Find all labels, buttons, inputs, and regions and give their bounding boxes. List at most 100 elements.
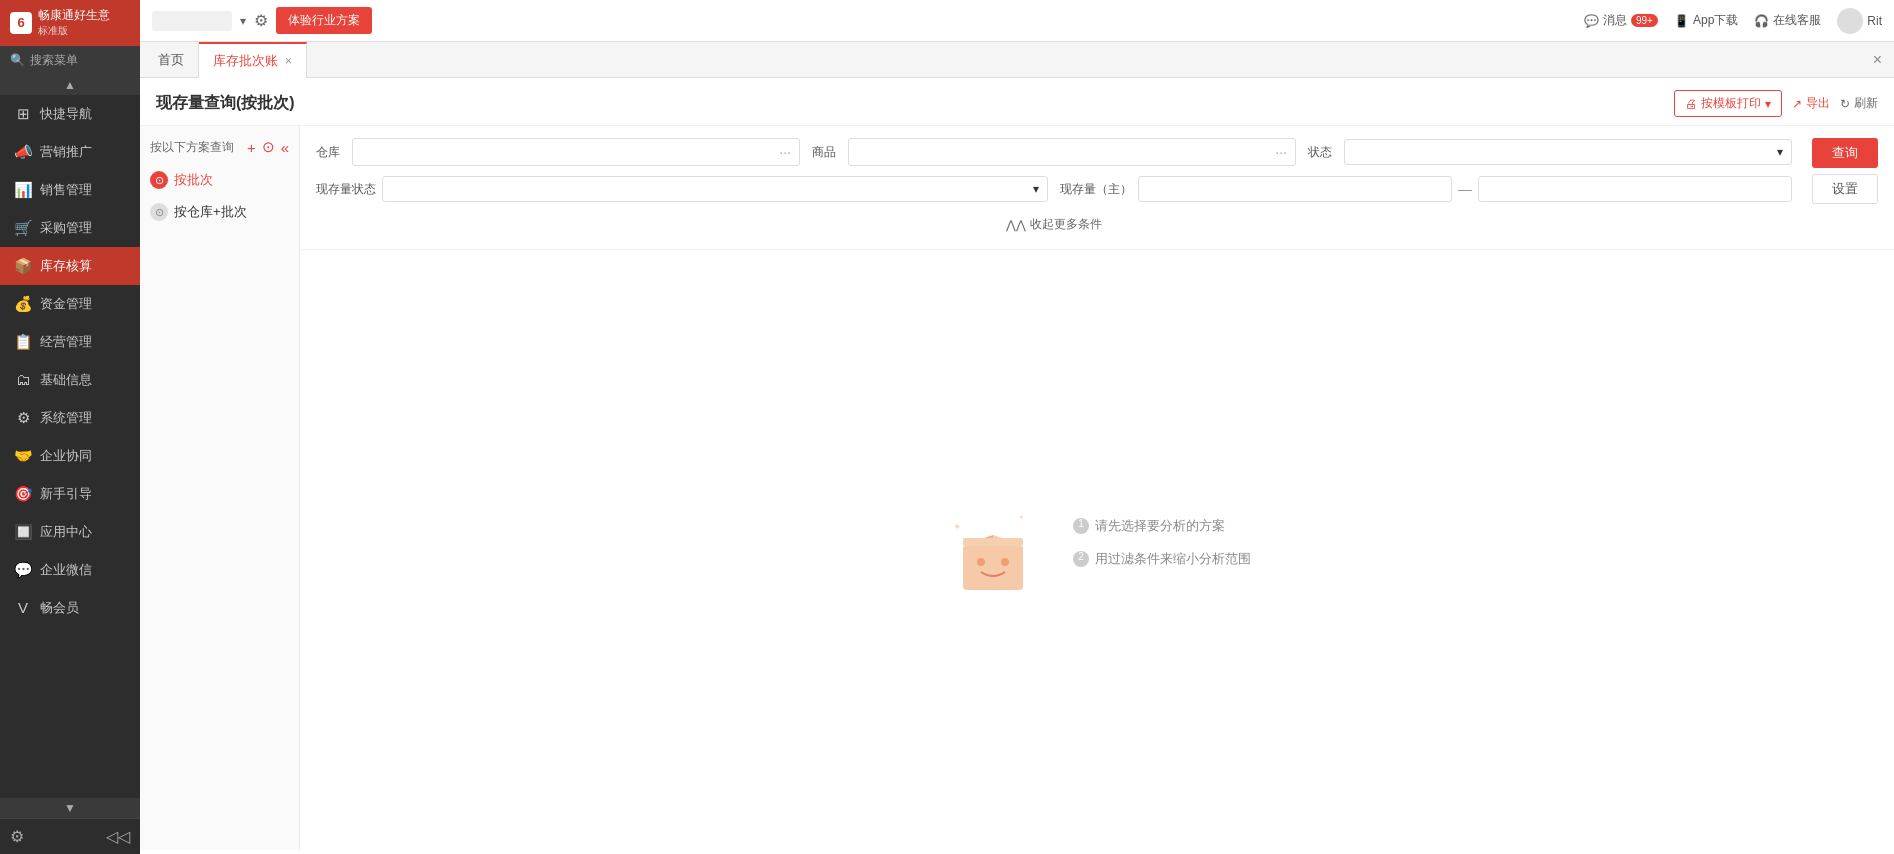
scroll-up-btn[interactable]: ▲ [0, 75, 140, 95]
scheme-by-warehouse-batch-label: 按仓库+批次 [174, 203, 247, 221]
sidebar-label-sales: 销售管理 [40, 181, 92, 199]
refresh-label: 刷新 [1854, 95, 1878, 112]
tab-inventory-batch[interactable]: 库存批次账 × [199, 42, 307, 78]
warehouse-more-btn[interactable]: ··· [779, 144, 791, 160]
online-service-btn[interactable]: 🎧 在线客服 [1754, 12, 1821, 29]
sidebar-label-apps: 应用中心 [40, 523, 92, 541]
page-actions: 🖨 按模板打印 ▾ ↗ 导出 ↻ 刷新 [1674, 90, 1878, 117]
sidebar-search[interactable]: 🔍 搜索菜单 [0, 46, 140, 75]
status-dropdown-icon: ▾ [1777, 145, 1783, 159]
sidebar-item-shortcut[interactable]: ⊞ 快捷导航 [0, 95, 140, 133]
sidebar-item-enterprise[interactable]: 🤝 企业协同 [0, 437, 140, 475]
sidebar-label-member: 畅会员 [40, 599, 79, 617]
scheme-settings-btn[interactable]: ⊙ [262, 138, 275, 156]
scheme-item-by-warehouse-batch[interactable]: ⊙ 按仓库+批次 [140, 196, 299, 228]
tip-2-text: 用过滤条件来缩小分析范围 [1095, 550, 1251, 568]
scheme-active-icon: ⊙ [150, 171, 168, 189]
sidebar-item-guide[interactable]: 🎯 新手引导 [0, 475, 140, 513]
sidebar-item-marketing[interactable]: 📣 营销推广 [0, 133, 140, 171]
svg-point-3 [1001, 558, 1009, 566]
message-icon: 💬 [1584, 14, 1599, 28]
goods-input[interactable]: ··· [848, 138, 1296, 166]
content-area: 仓库 ··· 商品 [300, 126, 1894, 850]
app-download-label: App下载 [1693, 12, 1738, 29]
user-avatar [1837, 8, 1863, 34]
tab-close-main-icon[interactable]: × [1873, 51, 1882, 69]
user-name: Rit [1867, 14, 1882, 28]
sidebar-footer: ⚙ ◁◁ [0, 818, 140, 854]
top-bar-left: ▾ ⚙ 体验行业方案 [152, 7, 1574, 34]
svg-rect-1 [963, 538, 1023, 546]
sidebar-item-inventory[interactable]: 📦 库存核算 [0, 247, 140, 285]
breadcrumb-input[interactable] [152, 11, 232, 31]
export-btn[interactable]: ↗ 导出 [1792, 95, 1830, 112]
scheme-collapse-btn[interactable]: « [281, 139, 289, 156]
svg-point-2 [977, 558, 985, 566]
tab-home[interactable]: 首页 [144, 42, 199, 78]
inventory-status-select[interactable]: ▾ [382, 176, 1048, 202]
sidebar-label-purchase: 采购管理 [40, 219, 92, 237]
sidebar-item-finance[interactable]: 💰 资金管理 [0, 285, 140, 323]
query-btn[interactable]: 查询 [1812, 138, 1878, 168]
top-bar-right: 💬 消息 99+ 📱 App下载 🎧 在线客服 Rit [1584, 8, 1882, 34]
status-select[interactable]: ▾ [1344, 139, 1792, 165]
body-layout: 按以下方案查询 + ⊙ « ⊙ 按批次 ⊙ 按仓库+批次 [140, 126, 1894, 850]
settings-footer-btn[interactable]: ⚙ [10, 827, 24, 846]
top-bar: ▾ ⚙ 体验行业方案 💬 消息 99+ 📱 App下载 🎧 在线客服 Rit [140, 0, 1894, 42]
scheme-by-batch-label: 按批次 [174, 171, 213, 189]
collapse-sidebar-btn[interactable]: ◁◁ [106, 827, 130, 846]
page-content: 现存量查询(按批次) 🖨 按模板打印 ▾ ↗ 导出 ↻ 刷新 [140, 78, 1894, 854]
brand-info: 畅康通好生意 标准版 [38, 8, 110, 38]
print-label: 按模板打印 [1701, 95, 1761, 112]
top-bar-gear-icon[interactable]: ⚙ [254, 11, 268, 30]
filter-group-inventory-status: 现存量状态 ▾ [316, 176, 1048, 202]
sidebar-icon-sales: 📊 [14, 181, 32, 199]
refresh-btn[interactable]: ↻ 刷新 [1840, 95, 1878, 112]
sidebar-label-inventory: 库存核算 [40, 257, 92, 275]
warehouse-input[interactable]: ··· [352, 138, 800, 166]
scheme-panel: 按以下方案查询 + ⊙ « ⊙ 按批次 ⊙ 按仓库+批次 [140, 126, 300, 850]
qty-max-input[interactable] [1478, 176, 1792, 202]
sidebar-item-sales[interactable]: 📊 销售管理 [0, 171, 140, 209]
sidebar-icon-basics: 🗂 [14, 371, 32, 389]
main-content: ▾ ⚙ 体验行业方案 💬 消息 99+ 📱 App下载 🎧 在线客服 Rit [140, 0, 1894, 854]
messages-btn[interactable]: 💬 消息 99+ [1584, 12, 1658, 29]
sidebar-item-purchase[interactable]: 🛒 采购管理 [0, 209, 140, 247]
sidebar-nav: ⊞ 快捷导航 📣 营销推广 📊 销售管理 🛒 采购管理 📦 库存核算 💰 资金管… [0, 95, 140, 798]
goods-more-btn[interactable]: ··· [1275, 144, 1287, 160]
collapse-more-btn[interactable]: ⋀⋀ 收起更多条件 [316, 212, 1792, 237]
sidebar-item-member[interactable]: V 畅会员 [0, 589, 140, 627]
tab-bar: 首页 库存批次账 × × [140, 42, 1894, 78]
scheme-item-by-batch[interactable]: ⊙ 按批次 [140, 164, 299, 196]
user-info[interactable]: Rit [1837, 8, 1882, 34]
sidebar-icon-finance: 💰 [14, 295, 32, 313]
collapse-more-label: 收起更多条件 [1030, 216, 1102, 233]
experience-btn[interactable]: 体验行业方案 [276, 7, 372, 34]
sidebar-item-apps[interactable]: 🔲 应用中心 [0, 513, 140, 551]
sidebar-label-guide: 新手引导 [40, 485, 92, 503]
tab-close-icon[interactable]: × [285, 54, 292, 68]
sidebar-icon-apps: 🔲 [14, 523, 32, 541]
filter-row-2: 现存量状态 ▾ 现存量（主） — [316, 176, 1792, 202]
print-btn[interactable]: 🖨 按模板打印 ▾ [1674, 90, 1782, 117]
scroll-down-btn[interactable]: ▼ [0, 798, 140, 818]
app-version: 标准版 [38, 24, 110, 38]
breadcrumb-dropdown-icon[interactable]: ▾ [240, 14, 246, 28]
scheme-add-btn[interactable]: + [247, 139, 256, 156]
tip-2: 2 用过滤条件来缩小分析范围 [1073, 550, 1251, 575]
sidebar-item-operations[interactable]: 📋 经营管理 [0, 323, 140, 361]
settings-btn[interactable]: 设置 [1812, 174, 1878, 204]
sidebar-item-basics[interactable]: 🗂 基础信息 [0, 361, 140, 399]
qty-min-input[interactable] [1138, 176, 1452, 202]
sidebar-item-system[interactable]: ⚙ 系统管理 [0, 399, 140, 437]
sidebar-label-basics: 基础信息 [40, 371, 92, 389]
app-download-btn[interactable]: 📱 App下载 [1674, 12, 1738, 29]
scheme-header-label: 按以下方案查询 [150, 139, 234, 156]
sidebar-label-operations: 经营管理 [40, 333, 92, 351]
sidebar-item-wechat[interactable]: 💬 企业微信 [0, 551, 140, 589]
sidebar-icon-marketing: 📣 [14, 143, 32, 161]
status-label: 状态 [1308, 144, 1338, 161]
print-dropdown-icon[interactable]: ▾ [1765, 97, 1771, 111]
sidebar-icon-operations: 📋 [14, 333, 32, 351]
svg-text:✦: ✦ [953, 521, 961, 532]
